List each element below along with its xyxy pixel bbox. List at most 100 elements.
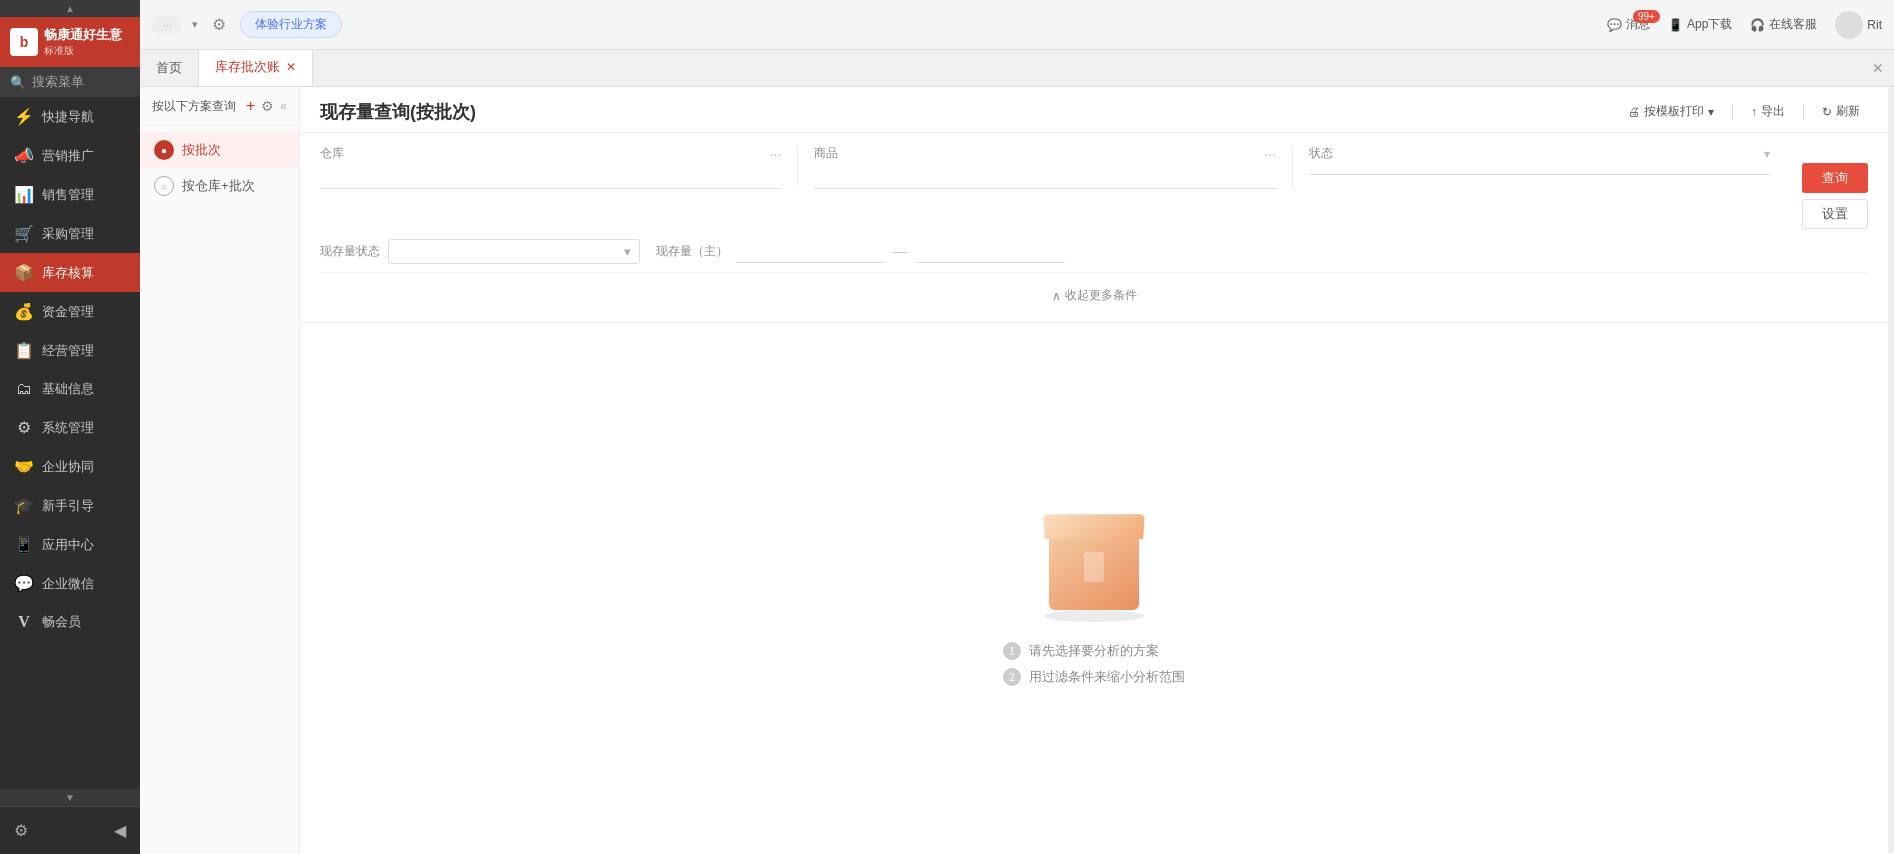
online-service-label: 在线客服 (1769, 16, 1817, 33)
sidebar-item-member[interactable]: V 畅会员 (0, 603, 140, 641)
print-action[interactable]: 🖨 按模板打印 ▾ (1620, 99, 1722, 124)
user-menu[interactable]: Rit (1835, 11, 1882, 39)
warehouse-more-icon[interactable]: ··· (770, 146, 782, 162)
warehouse-input[interactable] (320, 166, 781, 189)
divider-1 (1732, 104, 1733, 120)
sidebar-item-enterprise[interactable]: 🤝 企业协同 (0, 447, 140, 486)
sidebar-item-label: 营销推广 (42, 147, 94, 165)
settings-footer-icon[interactable]: ⚙ (10, 817, 32, 844)
illustration-shadow (1044, 610, 1144, 622)
empty-tip-2: 2 用过滤条件来缩小分析范围 (1003, 668, 1185, 686)
left-panel: 按以下方案查询 + ⚙ « ● 按批次 ○ 按仓库+批次 (140, 87, 300, 854)
sidebar-item-newbie[interactable]: 🎓 新手引导 (0, 486, 140, 525)
sidebar-item-label: 系统管理 (42, 419, 94, 437)
message-icon: 💬 (1607, 18, 1622, 32)
empty-tip-1: 1 请先选择要分析的方案 (1003, 642, 1185, 660)
refresh-label: 刷新 (1836, 103, 1860, 120)
message-button[interactable]: 💬 消息 99+ (1607, 16, 1650, 33)
print-dropdown-icon[interactable]: ▾ (1708, 105, 1714, 119)
sidebar-item-wechat[interactable]: 💬 企业微信 (0, 564, 140, 603)
query-button[interactable]: 查询 (1802, 163, 1868, 193)
sidebar-item-quick-nav[interactable]: ⚡ 快捷导航 (0, 97, 140, 136)
status-select[interactable] (1309, 166, 1770, 175)
sidebar-item-sales[interactable]: 📊 销售管理 (0, 175, 140, 214)
product-more-icon[interactable]: ··· (1264, 146, 1276, 162)
user-name: Rit (1867, 18, 1882, 32)
newbie-icon: 🎓 (14, 496, 34, 515)
sidebar-item-appstore[interactable]: 📱 应用中心 (0, 525, 140, 564)
sidebar-item-system[interactable]: ⚙ 系统管理 (0, 408, 140, 447)
tab-home-label: 首页 (156, 59, 182, 77)
sidebar-search[interactable]: 🔍 搜索菜单 (0, 67, 140, 97)
app-download-label: App下载 (1687, 16, 1732, 33)
marketing-icon: 📣 (14, 146, 34, 165)
sales-icon: 📊 (14, 185, 34, 204)
page-actions: 🖨 按模板打印 ▾ ↑ 导出 ↻ 刷新 (1620, 99, 1868, 124)
tab-home[interactable]: 首页 (140, 50, 199, 86)
topbar-dropdown-icon[interactable]: ▾ (192, 18, 198, 31)
tip-text-2: 用过滤条件来缩小分析范围 (1029, 668, 1185, 686)
empty-state: 1 请先选择要分析的方案 2 用过滤条件来缩小分析范围 (300, 323, 1888, 854)
sidebar-item-label: 企业协同 (42, 458, 94, 476)
right-scrollbar[interactable] (1888, 87, 1894, 854)
plan-item-by-batch[interactable]: ● 按批次 (140, 132, 299, 168)
inventory-status-select[interactable]: ▾ (388, 239, 640, 264)
inventory-icon: 📦 (14, 263, 34, 282)
sidebar-footer: ⚙ ◀ (0, 806, 140, 854)
tip-num-1: 1 (1003, 642, 1021, 660)
sidebar-item-purchase[interactable]: 🛒 采购管理 (0, 214, 140, 253)
right-panel: 现存量查询(按批次) 🖨 按模板打印 ▾ ↑ 导出 ↻ 刷 (300, 87, 1888, 854)
settings-plan-icon[interactable]: ⚙ (261, 98, 274, 114)
print-label: 按模板打印 (1644, 103, 1704, 120)
sidebar-item-marketing[interactable]: 📣 营销推广 (0, 136, 140, 175)
collapse-filter-button[interactable]: ∧ 收起更多条件 (320, 281, 1868, 310)
export-action[interactable]: ↑ 导出 (1743, 99, 1793, 124)
search-label: 搜索菜单 (32, 73, 84, 91)
export-label: 导出 (1761, 103, 1785, 120)
sidebar-item-basic[interactable]: 🗂 基础信息 (0, 370, 140, 408)
experience-button[interactable]: 体验行业方案 (240, 11, 342, 38)
refresh-action[interactable]: ↻ 刷新 (1814, 99, 1868, 124)
collapse-sidebar-icon[interactable]: ◀ (110, 817, 130, 844)
empty-tips: 1 请先选择要分析的方案 2 用过滤条件来缩小分析范围 (1003, 642, 1185, 686)
online-service-button[interactable]: 🎧 在线客服 (1750, 16, 1817, 33)
inventory-qty-label: 现存量（主） (656, 243, 728, 260)
app-info: 畅康通好生意 标准版 (44, 27, 122, 57)
sidebar-scroll-up[interactable]: ▲ (0, 0, 140, 17)
sidebar-header: b 畅康通好生意 标准版 (0, 17, 140, 67)
sidebar-nav: ⚡ 快捷导航 📣 营销推广 📊 销售管理 🛒 采购管理 📦 库存核算 💰 资金管… (0, 97, 140, 789)
basic-icon: 🗂 (14, 380, 34, 398)
sidebar: ▲ b 畅康通好生意 标准版 🔍 搜索菜单 ⚡ 快捷导航 📣 营销推广 📊 销售… (0, 0, 140, 854)
sidebar-scroll-down[interactable]: ▼ (0, 789, 140, 806)
finance-icon: 💰 (14, 302, 34, 321)
product-input[interactable] (814, 166, 1275, 189)
content: 按以下方案查询 + ⚙ « ● 按批次 ○ 按仓库+批次 (140, 87, 1894, 854)
app-download-button[interactable]: 📱 App下载 (1668, 16, 1732, 33)
page-title: 现存量查询(按批次) (320, 100, 476, 124)
sidebar-item-finance[interactable]: 💰 资金管理 (0, 292, 140, 331)
inventory-qty-to-input[interactable] (915, 240, 1065, 263)
purchase-icon: 🛒 (14, 224, 34, 243)
topbar: ··· ▾ ⚙ 体验行业方案 💬 消息 99+ 📱 App下载 🎧 在线客服 R… (140, 0, 1894, 50)
collapse-label: 收起更多条件 (1065, 287, 1137, 304)
add-plan-icon[interactable]: + (246, 97, 255, 115)
sidebar-item-label: 采购管理 (42, 225, 94, 243)
inventory-qty-from-input[interactable] (736, 240, 886, 263)
tab-batch-account[interactable]: 库存批次账 ✕ (199, 50, 313, 86)
settings-button[interactable]: 设置 (1802, 199, 1868, 229)
sidebar-item-inventory[interactable]: 📦 库存核算 (0, 253, 140, 292)
tab-panel-close-button[interactable]: ✕ (1862, 56, 1894, 80)
panel-header: 按以下方案查询 + ⚙ « (140, 87, 299, 126)
topbar-settings-icon[interactable]: ⚙ (208, 11, 230, 38)
wechat-icon: 💬 (14, 574, 34, 593)
headset-icon: 🎧 (1750, 18, 1765, 32)
sidebar-item-label: 企业微信 (42, 575, 94, 593)
collapse-panel-icon[interactable]: « (280, 99, 287, 113)
plan-item-by-warehouse-batch[interactable]: ○ 按仓库+批次 (140, 168, 299, 204)
tab-close-icon[interactable]: ✕ (286, 60, 296, 74)
qty-separator: — (894, 244, 907, 259)
sidebar-item-label: 畅会员 (42, 613, 81, 631)
panel-header-label: 按以下方案查询 (152, 98, 236, 115)
member-icon: V (14, 613, 34, 631)
sidebar-item-operations[interactable]: 📋 经营管理 (0, 331, 140, 370)
